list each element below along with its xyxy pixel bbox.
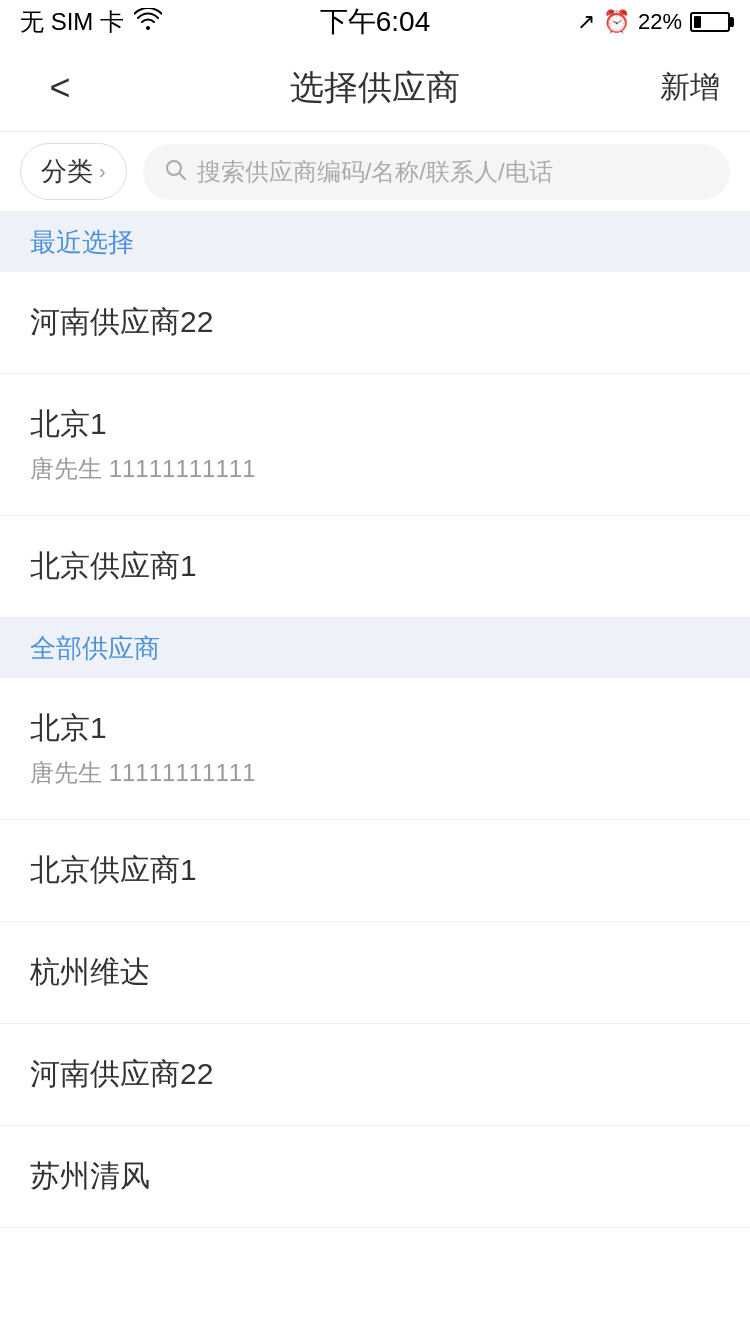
list-item[interactable]: 北京供应商1 xyxy=(0,820,750,922)
list-item-name: 北京1 xyxy=(30,404,720,445)
search-box[interactable]: 搜索供应商编码/名称/联系人/电话 xyxy=(143,144,730,200)
filter-bar: 分类 › 搜索供应商编码/名称/联系人/电话 xyxy=(0,132,750,212)
nav-bar: < 选择供应商 新增 xyxy=(0,44,750,132)
recent-list: 河南供应商22 北京1 唐先生 11111111111 北京供应商1 xyxy=(0,272,750,618)
battery-percent: 22% xyxy=(638,9,682,35)
list-item-sub: 唐先生 11111111111 xyxy=(30,453,720,485)
list-item[interactable]: 河南供应商22 xyxy=(0,272,750,374)
svg-line-1 xyxy=(179,173,185,179)
battery-bar xyxy=(690,12,730,32)
list-item-name: 苏州清风 xyxy=(30,1156,720,1197)
alarm-icon: ⏰ xyxy=(603,9,630,35)
recent-section-label: 最近选择 xyxy=(30,225,134,260)
wifi-icon xyxy=(134,8,162,36)
list-item-name: 北京1 xyxy=(30,708,720,749)
status-bar: 无 SIM 卡 下午6:04 ↗ ⏰ 22% xyxy=(0,0,750,44)
list-item[interactable]: 北京1 唐先生 11111111111 xyxy=(0,374,750,516)
add-button[interactable]: 新增 xyxy=(660,67,720,108)
list-item[interactable]: 北京1 唐先生 11111111111 xyxy=(0,678,750,820)
list-item[interactable]: 苏州清风 xyxy=(0,1126,750,1228)
page-title: 选择供应商 xyxy=(290,65,460,111)
search-icon xyxy=(163,157,187,187)
chevron-right-icon: › xyxy=(99,160,106,183)
list-item[interactable]: 杭州维达 xyxy=(0,922,750,1024)
list-item[interactable]: 北京供应商1 xyxy=(0,516,750,618)
status-left: 无 SIM 卡 xyxy=(20,6,162,38)
status-right: ↗ ⏰ 22% xyxy=(577,9,730,35)
battery-fill xyxy=(694,16,701,28)
list-item-name: 北京供应商1 xyxy=(30,850,720,891)
status-time: 下午6:04 xyxy=(320,3,431,41)
location-icon: ↗ xyxy=(577,9,595,35)
list-item-name: 北京供应商1 xyxy=(30,546,720,587)
list-item-name: 河南供应商22 xyxy=(30,302,720,343)
list-item-sub: 唐先生 11111111111 xyxy=(30,757,720,789)
all-section-label: 全部供应商 xyxy=(30,631,160,666)
category-label: 分类 xyxy=(41,154,93,189)
list-item[interactable]: 河南供应商22 xyxy=(0,1024,750,1126)
category-filter-button[interactable]: 分类 › xyxy=(20,143,127,200)
all-section-header: 全部供应商 xyxy=(0,618,750,678)
search-placeholder: 搜索供应商编码/名称/联系人/电话 xyxy=(197,156,553,188)
list-item-name: 河南供应商22 xyxy=(30,1054,720,1095)
back-button[interactable]: < xyxy=(30,58,90,118)
recent-section-header: 最近选择 xyxy=(0,212,750,272)
carrier-text: 无 SIM 卡 xyxy=(20,6,124,38)
all-list: 北京1 唐先生 11111111111 北京供应商1 杭州维达河南供应商22 苏州清风 xyxy=(0,678,750,1228)
list-item-name: 杭州维达 xyxy=(30,952,720,993)
